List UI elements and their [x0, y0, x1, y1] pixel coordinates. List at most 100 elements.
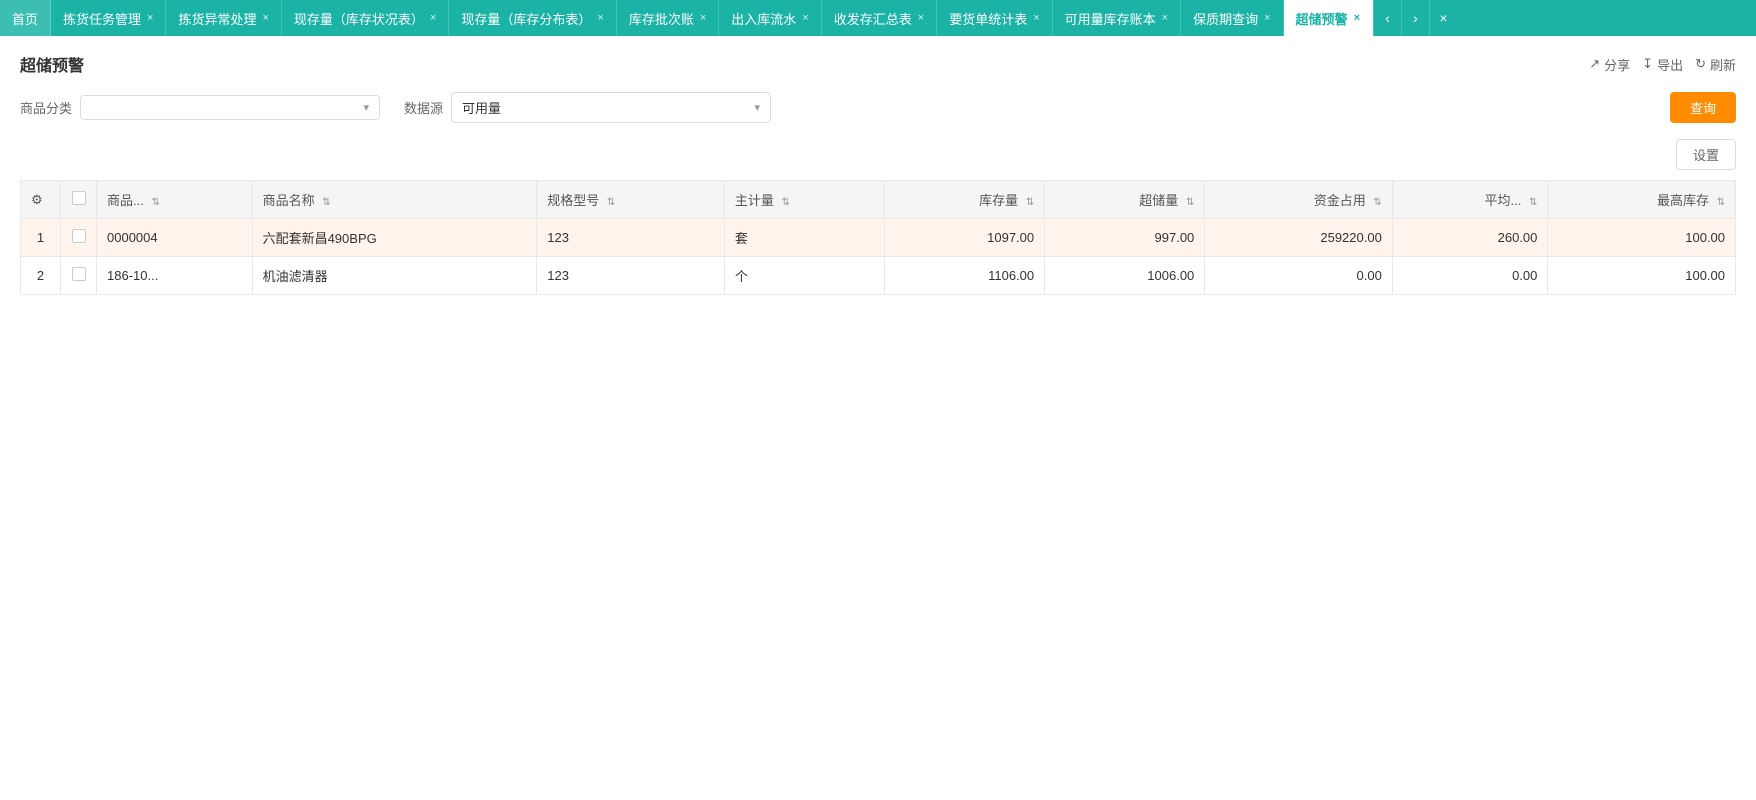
- row-unit-0: 套: [724, 219, 884, 257]
- column-header-stock[interactable]: 库存量 ⇅: [884, 181, 1044, 219]
- nav-tab-4-close[interactable]: ×: [597, 12, 603, 24]
- nav-tab-6-label: 出入库流水: [731, 9, 796, 28]
- table-header-row: ⚙ 商品... ⇅ 商品名称 ⇅ 规格型号 ⇅ 主计量: [21, 181, 1736, 219]
- nav-tab-8-close[interactable]: ×: [1033, 12, 1039, 24]
- sort-icon-name: ⇅: [322, 197, 330, 208]
- column-header-unit[interactable]: 主计量 ⇅: [724, 181, 884, 219]
- table-row: 2 186-10... 机油滤清器 123 个 1106.00 1006.00 …: [21, 257, 1736, 295]
- column-header-name[interactable]: 商品名称 ⇅: [252, 181, 537, 219]
- nav-tab-1-label: 拣货任务管理: [63, 9, 141, 28]
- nav-tab-home-label: 首页: [12, 9, 38, 28]
- column-header-avg[interactable]: 平均... ⇅: [1392, 181, 1548, 219]
- export-label: 导出: [1657, 55, 1683, 74]
- row-code-1: 186-10...: [97, 257, 253, 295]
- datasource-select[interactable]: 可用量 ▾: [451, 92, 771, 123]
- nav-tab-6[interactable]: 出入库流水 ×: [719, 0, 821, 36]
- row-avg-0: 260.00: [1392, 219, 1548, 257]
- nav-tab-6-close[interactable]: ×: [802, 12, 808, 24]
- sort-icon-avg: ⇅: [1529, 197, 1537, 208]
- sort-icon-capital: ⇅: [1373, 197, 1381, 208]
- nav-close-all-arrow[interactable]: ×: [1429, 0, 1457, 36]
- export-button[interactable]: ↧ 导出: [1642, 55, 1683, 74]
- query-button[interactable]: 查询: [1670, 92, 1736, 123]
- nav-tab-11-label: 超储预警: [1296, 9, 1348, 28]
- row-checkbox-0[interactable]: [72, 229, 86, 243]
- col-max-label: 最高库存: [1657, 193, 1709, 208]
- col-spec-label: 规格型号: [547, 193, 599, 208]
- row-checkbox-cell-1[interactable]: [61, 257, 97, 295]
- nav-tab-9[interactable]: 可用量库存账本 ×: [1053, 0, 1181, 36]
- filter-buttons: 查询: [1670, 92, 1736, 123]
- page-title: 超储预警: [20, 52, 84, 76]
- share-label: 分享: [1604, 55, 1630, 74]
- column-header-max[interactable]: 最高库存 ⇅: [1548, 181, 1736, 219]
- nav-tab-9-close[interactable]: ×: [1162, 12, 1168, 24]
- nav-tab-10[interactable]: 保质期查询 ×: [1181, 0, 1283, 36]
- nav-tab-5[interactable]: 库存批次账 ×: [617, 0, 719, 36]
- row-checkbox-cell-0[interactable]: [61, 219, 97, 257]
- chevron-down-icon-2: ▾: [755, 101, 761, 114]
- nav-tab-3[interactable]: 现存量（库存状况表） ×: [282, 0, 449, 36]
- nav-tab-11-close[interactable]: ×: [1354, 12, 1360, 24]
- nav-next-arrow[interactable]: ›: [1401, 0, 1429, 36]
- column-header-gear[interactable]: ⚙: [21, 181, 61, 219]
- nav-tab-7-close[interactable]: ×: [918, 12, 924, 24]
- column-header-check[interactable]: [61, 181, 97, 219]
- nav-tab-home[interactable]: 首页: [0, 0, 51, 36]
- gear-icon: ⚙: [31, 192, 43, 207]
- nav-tab-8-label: 要货单统计表: [949, 9, 1027, 28]
- category-label: 商品分类: [20, 98, 72, 117]
- share-button[interactable]: ↗ 分享: [1589, 55, 1630, 74]
- nav-tab-1[interactable]: 拣货任务管理 ×: [51, 0, 166, 36]
- settings-button[interactable]: 设置: [1676, 139, 1736, 170]
- row-over-1: 1006.00: [1045, 257, 1205, 295]
- column-header-spec[interactable]: 规格型号 ⇅: [537, 181, 725, 219]
- row-max-0: 100.00: [1548, 219, 1736, 257]
- sort-icon-unit: ⇅: [781, 197, 789, 208]
- refresh-button[interactable]: ↻ 刷新: [1695, 55, 1736, 74]
- col-avg-label: 平均...: [1485, 193, 1522, 208]
- nav-tab-2-close[interactable]: ×: [262, 12, 268, 24]
- sort-icon-over: ⇅: [1186, 197, 1194, 208]
- sort-icon-max: ⇅: [1717, 197, 1725, 208]
- data-table: ⚙ 商品... ⇅ 商品名称 ⇅ 规格型号 ⇅ 主计量: [20, 180, 1736, 295]
- filter-row: 商品分类 ▾ 数据源 可用量 ▾ 查询: [20, 92, 1736, 123]
- sort-icon-code: ⇅: [151, 197, 159, 208]
- column-header-capital[interactable]: 资金占用 ⇅: [1205, 181, 1393, 219]
- nav-tab-7-label: 收发存汇总表: [834, 9, 912, 28]
- category-filter: 商品分类 ▾: [20, 95, 380, 120]
- nav-tab-2[interactable]: 拣货异常处理 ×: [166, 0, 281, 36]
- top-nav: 首页 拣货任务管理 × 拣货异常处理 × 现存量（库存状况表） × 现存量（库存…: [0, 0, 1756, 36]
- nav-tab-10-label: 保质期查询: [1193, 9, 1258, 28]
- nav-tab-5-label: 库存批次账: [629, 9, 694, 28]
- page-content: 超储预警 ↗ 分享 ↧ 导出 ↻ 刷新 商品分类 ▾ 数据源: [0, 36, 1756, 311]
- nav-tab-3-close[interactable]: ×: [430, 12, 436, 24]
- nav-tab-7[interactable]: 收发存汇总表 ×: [822, 0, 937, 36]
- row-index-1: 2: [21, 257, 61, 295]
- column-header-over[interactable]: 超储量 ⇅: [1045, 181, 1205, 219]
- category-select[interactable]: ▾: [80, 95, 380, 120]
- column-header-code[interactable]: 商品... ⇅: [97, 181, 253, 219]
- nav-tab-11[interactable]: 超储预警 ×: [1284, 0, 1373, 36]
- chevron-down-icon: ▾: [363, 101, 369, 114]
- nav-tab-1-close[interactable]: ×: [147, 12, 153, 24]
- row-spec-0: 123: [537, 219, 725, 257]
- col-capital-label: 资金占用: [1314, 193, 1366, 208]
- nav-tab-2-label: 拣货异常处理: [178, 9, 256, 28]
- row-checkbox-1[interactable]: [72, 267, 86, 281]
- nav-prev-arrow[interactable]: ‹: [1373, 0, 1401, 36]
- header-checkbox[interactable]: [72, 191, 86, 205]
- table-row: 1 0000004 六配套新昌490BPG 123 套 1097.00 997.…: [21, 219, 1736, 257]
- settings-row: 设置: [20, 139, 1736, 170]
- row-index-0: 1: [21, 219, 61, 257]
- datasource-label: 数据源: [404, 98, 443, 117]
- nav-tab-5-close[interactable]: ×: [700, 12, 706, 24]
- row-capital-0: 259220.00: [1205, 219, 1393, 257]
- nav-tab-9-label: 可用量库存账本: [1065, 9, 1156, 28]
- row-over-0: 997.00: [1045, 219, 1205, 257]
- row-unit-1: 个: [724, 257, 884, 295]
- nav-tab-4[interactable]: 现存量（库存分布表） ×: [449, 0, 616, 36]
- nav-tab-10-close[interactable]: ×: [1264, 12, 1270, 24]
- nav-tab-8[interactable]: 要货单统计表 ×: [937, 0, 1052, 36]
- row-capital-1: 0.00: [1205, 257, 1393, 295]
